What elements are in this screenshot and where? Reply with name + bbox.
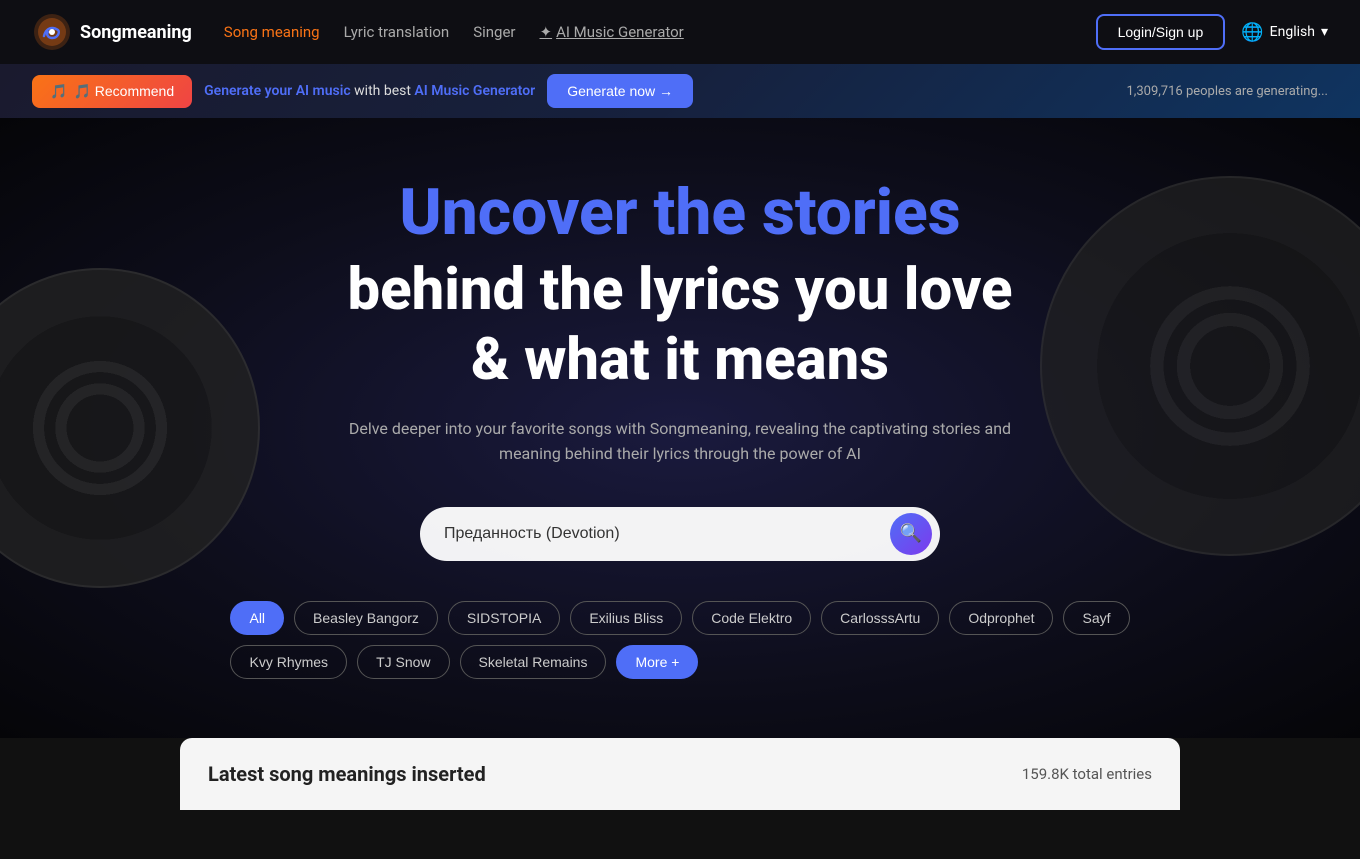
tag-odprophet[interactable]: Odprophet [949,601,1053,635]
latest-count: 159.8K total entries [1022,765,1152,783]
tag-exilius-bliss[interactable]: Exilius Bliss [570,601,682,635]
tag-all[interactable]: All [230,601,284,635]
globe-icon: 🌐 [1241,22,1263,43]
banner-suffix: AI Music Generator [414,83,535,99]
logo-text: Songmeaning [80,22,192,43]
language-label: English [1270,24,1315,40]
chevron-down-icon: ▾ [1321,24,1328,40]
recommend-button[interactable]: 🎵 🎵 Recommend [32,75,192,108]
latest-section: Latest song meanings inserted 159.8K tot… [180,738,1180,810]
tag-sayf[interactable]: Sayf [1063,601,1129,635]
recommend-label: 🎵 Recommend [73,83,174,100]
logo[interactable]: Songmeaning [32,12,192,52]
tag-beasley-bangorz[interactable]: Beasley Bangorz [294,601,438,635]
tag-skeletal-remains[interactable]: Skeletal Remains [460,645,607,679]
hero-section: Uncover the stories behind the lyrics yo… [0,118,1360,738]
tag-more[interactable]: More + [616,645,698,679]
counter-text: 1,309,716 peoples are generating... [1126,84,1328,99]
search-button[interactable]: 🔍 [890,513,932,555]
tag-code-elektro[interactable]: Code Elektro [692,601,811,635]
logo-icon [32,12,72,52]
nav-link-ai-music[interactable]: ✦ AI Music Generator [540,23,684,41]
banner-text: Generate your AI music with best AI Musi… [204,83,535,99]
nav-links: Song meaning Lyric translation Singer ✦ … [224,23,684,41]
nav-link-singer[interactable]: Singer [473,23,515,41]
tags-row-1: All Beasley Bangorz SIDSTOPIA Exilius Bl… [230,601,1129,635]
tags-row-2: Kvy Rhymes TJ Snow Skeletal Remains More… [230,645,1129,679]
nav-left: Songmeaning Song meaning Lyric translati… [32,12,684,52]
hero-content: Uncover the stories behind the lyrics yo… [230,178,1129,689]
hero-title-colored: Uncover the stories [230,178,1129,248]
banner-highlight: Generate your AI music [204,83,351,99]
banner-counter: 1,309,716 peoples are generating... [1126,84,1328,99]
language-selector[interactable]: 🌐 English ▾ [1241,22,1328,43]
banner-middle: with best [354,83,414,99]
music-icon: 🎵 [50,83,67,100]
login-button[interactable]: Login/Sign up [1096,14,1226,50]
promo-banner: 🎵 🎵 Recommend Generate your AI music wit… [0,64,1360,118]
nav-link-song-meaning[interactable]: Song meaning [224,23,320,41]
nav-link-lyric-translation[interactable]: Lyric translation [344,23,450,41]
latest-header: Latest song meanings inserted 159.8K tot… [208,762,1152,786]
tag-carlosss-artu[interactable]: CarlosssArtu [821,601,939,635]
ai-music-label: AI Music Generator [556,23,684,41]
search-icon: 🔍 [900,523,922,544]
wand-icon: ✦ [540,23,553,41]
hero-subtitle: Delve deeper into your favorite songs wi… [340,416,1020,467]
tag-kvy-rhymes[interactable]: Kvy Rhymes [230,645,347,679]
hero-title-line1: behind the lyrics you love [230,256,1129,326]
search-input[interactable] [444,525,890,543]
search-bar: 🔍 [420,507,940,561]
navbar: Songmeaning Song meaning Lyric translati… [0,0,1360,64]
nav-right: Login/Sign up 🌐 English ▾ [1096,14,1328,50]
tags-section: All Beasley Bangorz SIDSTOPIA Exilius Bl… [230,601,1129,679]
tag-tj-snow[interactable]: TJ Snow [357,645,449,679]
latest-title: Latest song meanings inserted [208,762,486,786]
generate-now-button[interactable]: Generate now → [547,74,693,108]
tag-sidstopia[interactable]: SIDSTOPIA [448,601,560,635]
hero-title-line2: & what it means [230,326,1129,396]
hero-title-white: behind the lyrics you love & what it mea… [230,256,1129,395]
banner-left: 🎵 🎵 Recommend Generate your AI music wit… [32,74,693,108]
